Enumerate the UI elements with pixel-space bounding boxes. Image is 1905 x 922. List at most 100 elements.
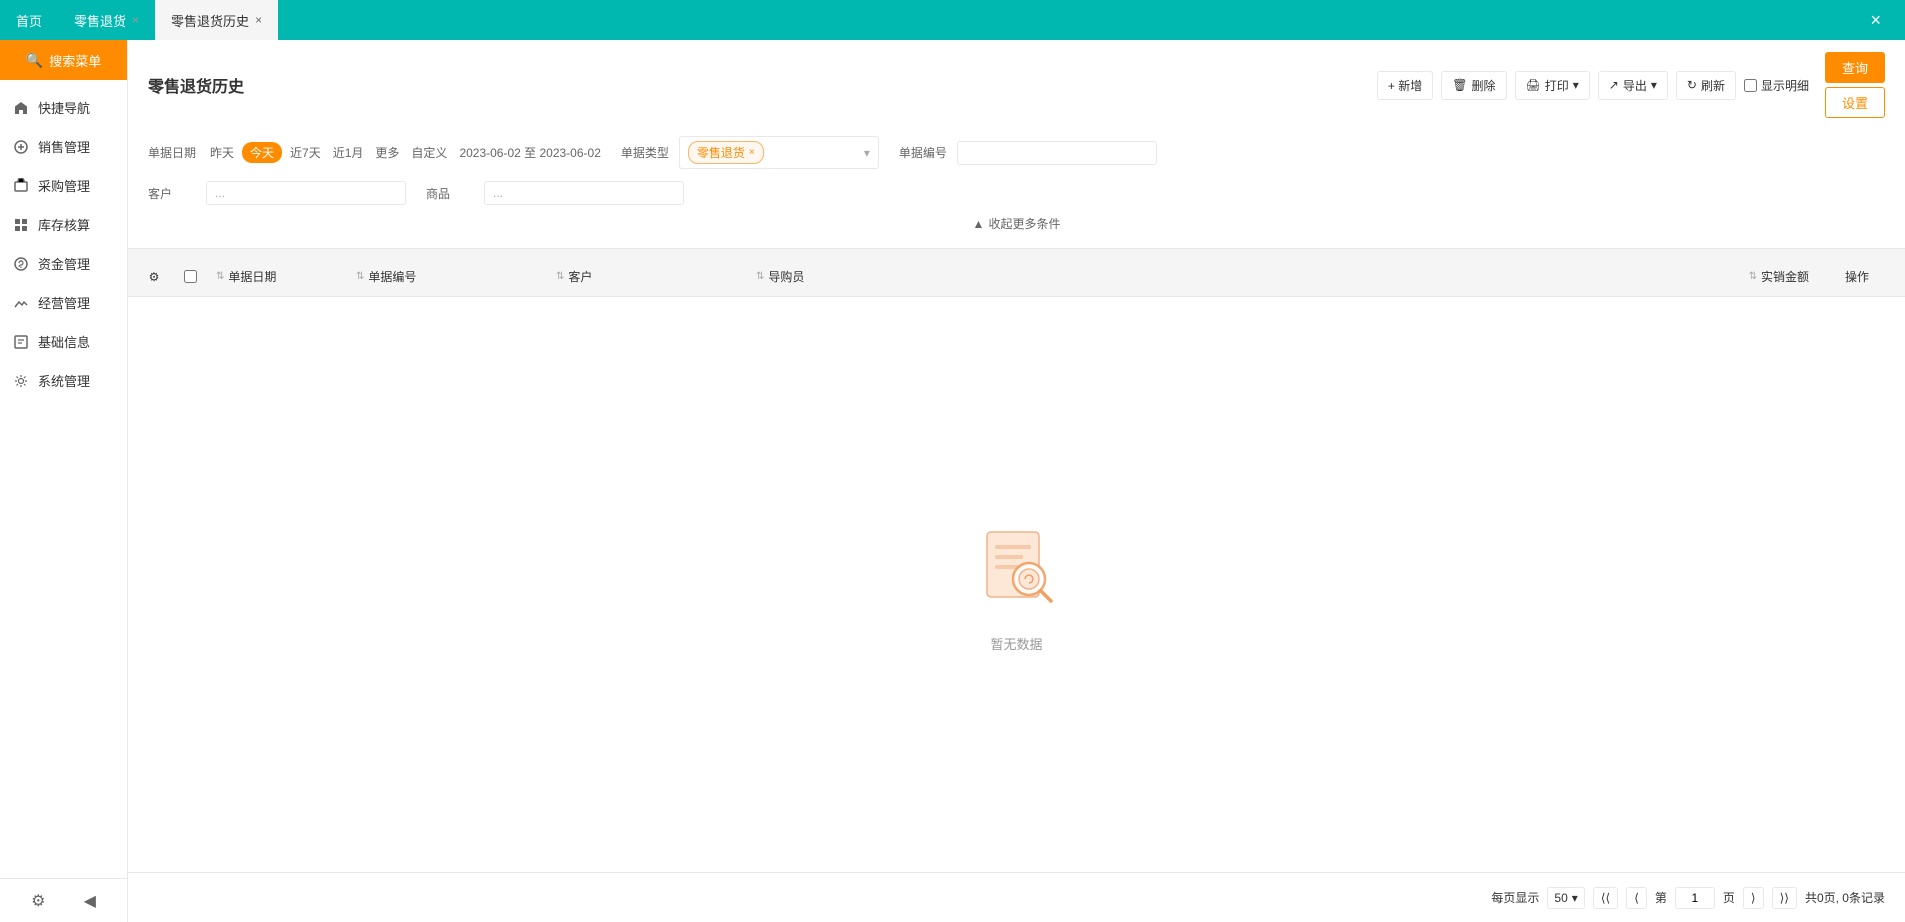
print-dropdown-icon: ▾: [1573, 78, 1579, 92]
sidebar-item-finance[interactable]: 资金管理: [0, 244, 127, 283]
sidebar: 🔍 搜索菜单 快捷导航 销售管理 采购管理: [0, 40, 128, 922]
date-filter-label: 单据日期: [148, 144, 198, 161]
purchase-icon: [12, 177, 30, 195]
th-voucher[interactable]: ⇅ 单据编号: [348, 268, 548, 285]
voucher-type-label: 单据类型: [621, 144, 671, 161]
goods-select[interactable]: ...: [484, 181, 684, 205]
page-label: 页: [1723, 889, 1735, 906]
operation-icon: [12, 294, 30, 312]
sidebar-search[interactable]: 🔍 搜索菜单: [0, 40, 127, 80]
voucher-no-filter: 单据编号: [899, 141, 1157, 165]
settings-icon[interactable]: ⚙: [31, 891, 45, 911]
export-icon: ↗: [1609, 78, 1619, 92]
goods-filter: 商品 ...: [426, 181, 684, 205]
date-option-1month[interactable]: 近1月: [329, 142, 368, 163]
date-options: 昨天 今天 近7天 近1月 更多 自定义: [206, 142, 451, 163]
voucher-type-tag-close[interactable]: ×: [749, 147, 755, 158]
search-icon: 🔍: [26, 52, 43, 69]
tab-list: 首页 零售退货 × 零售退货历史 ×: [0, 0, 1862, 40]
show-detail-checkbox-label[interactable]: 显示明细: [1744, 77, 1809, 94]
filter-area: 单据日期 昨天 今天 近7天 近1月 更多 自定义 2023-06-02 至 2…: [148, 130, 1885, 248]
voucher-no-input[interactable]: [957, 141, 1157, 165]
collapse-more-button[interactable]: ▲ 收起更多条件: [148, 211, 1885, 240]
th-amount[interactable]: ⇅ 实销金额: [948, 268, 1817, 285]
print-button[interactable]: 🖨 打印 ▾: [1515, 71, 1590, 100]
th-settings[interactable]: ⚙: [136, 270, 172, 284]
sort-icon-customer: ⇅: [556, 271, 564, 282]
basic-info-icon: [12, 333, 30, 351]
new-button[interactable]: + 新增: [1377, 71, 1433, 100]
prev-page-button[interactable]: ⟨: [1626, 887, 1647, 909]
delete-button[interactable]: 🗑 删除: [1441, 71, 1506, 100]
tab-retail-return-history[interactable]: 零售退货历史 ×: [155, 0, 278, 40]
voucher-type-dropdown-icon: ▾: [864, 146, 870, 160]
sidebar-nav: 快捷导航 销售管理 采购管理 库存核算: [0, 80, 127, 878]
tab-retail-return[interactable]: 零售退货 ×: [58, 0, 155, 40]
page-jump-label: 第: [1655, 889, 1667, 906]
sidebar-item-inventory[interactable]: 库存核算: [0, 205, 127, 244]
voucher-type-select[interactable]: 零售退货 × ▾: [679, 136, 879, 169]
filter-row-1: 单据日期 昨天 今天 近7天 近1月 更多 自定义 2023-06-02 至 2…: [148, 130, 1885, 175]
page-number-input[interactable]: [1675, 887, 1715, 909]
th-customer[interactable]: ⇅ 客户: [548, 268, 748, 285]
voucher-no-label: 单据编号: [899, 144, 949, 161]
close-tab-retail-return-history[interactable]: ×: [255, 13, 262, 27]
th-check[interactable]: [172, 270, 208, 283]
last-page-button[interactable]: ⟩⟩: [1772, 887, 1797, 909]
date-filter: 单据日期 昨天 今天 近7天 近1月 更多 自定义 2023-06-02 至 2…: [148, 142, 601, 163]
window-close-button[interactable]: ×: [1862, 6, 1889, 35]
customer-select[interactable]: ...: [206, 181, 406, 205]
date-option-today[interactable]: 今天: [242, 142, 282, 163]
table-header: ⚙ ⇅ 单据日期 ⇅ 单据编号 ⇅ 客户 ⇅: [128, 257, 1905, 297]
sidebar-item-sales[interactable]: 销售管理: [0, 127, 127, 166]
voucher-type-filter: 单据类型 零售退货 × ▾: [621, 136, 879, 169]
home-icon: [12, 99, 30, 117]
setting-button[interactable]: 设置: [1825, 87, 1885, 118]
close-tab-retail-return[interactable]: ×: [132, 13, 139, 27]
sidebar-item-operation[interactable]: 经营管理: [0, 283, 127, 322]
top-bar-right: ×: [1862, 6, 1905, 35]
pagination: 每页显示 50 ▾ ⟨⟨ ⟨ 第 页 ⟩ ⟩⟩ 共0页, 0条记录: [128, 872, 1905, 922]
content-area: 零售退货历史 + 新增 🗑 删除 🖨 打印 ▾ ↗ 导出: [128, 40, 1905, 922]
page-size-label: 每页显示: [1491, 889, 1539, 906]
tab-home[interactable]: 首页: [0, 0, 58, 40]
sidebar-item-purchase[interactable]: 采购管理: [0, 166, 127, 205]
date-option-yesterday[interactable]: 昨天: [206, 142, 238, 163]
page-size-dropdown-icon: ▾: [1572, 891, 1578, 905]
customer-label: 客户: [148, 185, 198, 202]
date-option-custom[interactable]: 自定义: [407, 142, 451, 163]
sort-icon-date: ⇅: [216, 271, 224, 282]
query-button[interactable]: 查询: [1825, 52, 1885, 83]
export-dropdown-icon: ▾: [1651, 78, 1657, 92]
finance-icon: [12, 255, 30, 273]
select-all-checkbox[interactable]: [184, 270, 197, 283]
sidebar-item-quick-nav[interactable]: 快捷导航: [0, 88, 127, 127]
sales-icon: [12, 138, 30, 156]
volume-icon[interactable]: ◀: [84, 891, 96, 911]
empty-text: 暂无数据: [990, 634, 1042, 653]
delete-icon: 🗑: [1452, 78, 1467, 92]
empty-illustration: [967, 517, 1067, 622]
show-detail-checkbox[interactable]: [1744, 79, 1757, 92]
th-guide[interactable]: ⇅ 导购员: [748, 268, 948, 285]
sidebar-bottom: ⚙ ◀: [0, 878, 127, 922]
date-option-more[interactable]: 更多: [371, 142, 403, 163]
sort-icon-amount: ⇅: [1749, 271, 1757, 282]
page-size-select[interactable]: 50 ▾: [1547, 887, 1584, 909]
system-icon: [12, 372, 30, 390]
toolbar: + 新增 🗑 删除 🖨 打印 ▾ ↗ 导出 ▾: [1377, 52, 1885, 118]
date-option-7days[interactable]: 近7天: [286, 142, 325, 163]
table-settings-icon[interactable]: ⚙: [149, 270, 160, 284]
page-header: 零售退货历史 + 新增 🗑 删除 🖨 打印 ▾ ↗ 导出: [128, 40, 1905, 249]
date-range-display: 2023-06-02 至 2023-06-02: [459, 144, 600, 161]
refresh-button[interactable]: ↻ 刷新: [1676, 71, 1736, 100]
sidebar-item-basic-info[interactable]: 基础信息: [0, 322, 127, 361]
main-layout: 🔍 搜索菜单 快捷导航 销售管理 采购管理: [0, 40, 1905, 922]
print-icon: 🖨: [1526, 78, 1541, 92]
total-label: 共0页, 0条记录: [1805, 889, 1885, 906]
sidebar-item-system[interactable]: 系统管理: [0, 361, 127, 400]
next-page-button[interactable]: ⟩: [1743, 887, 1764, 909]
first-page-button[interactable]: ⟨⟨: [1593, 887, 1618, 909]
export-button[interactable]: ↗ 导出 ▾: [1598, 71, 1668, 100]
th-date[interactable]: ⇅ 单据日期: [208, 268, 348, 285]
